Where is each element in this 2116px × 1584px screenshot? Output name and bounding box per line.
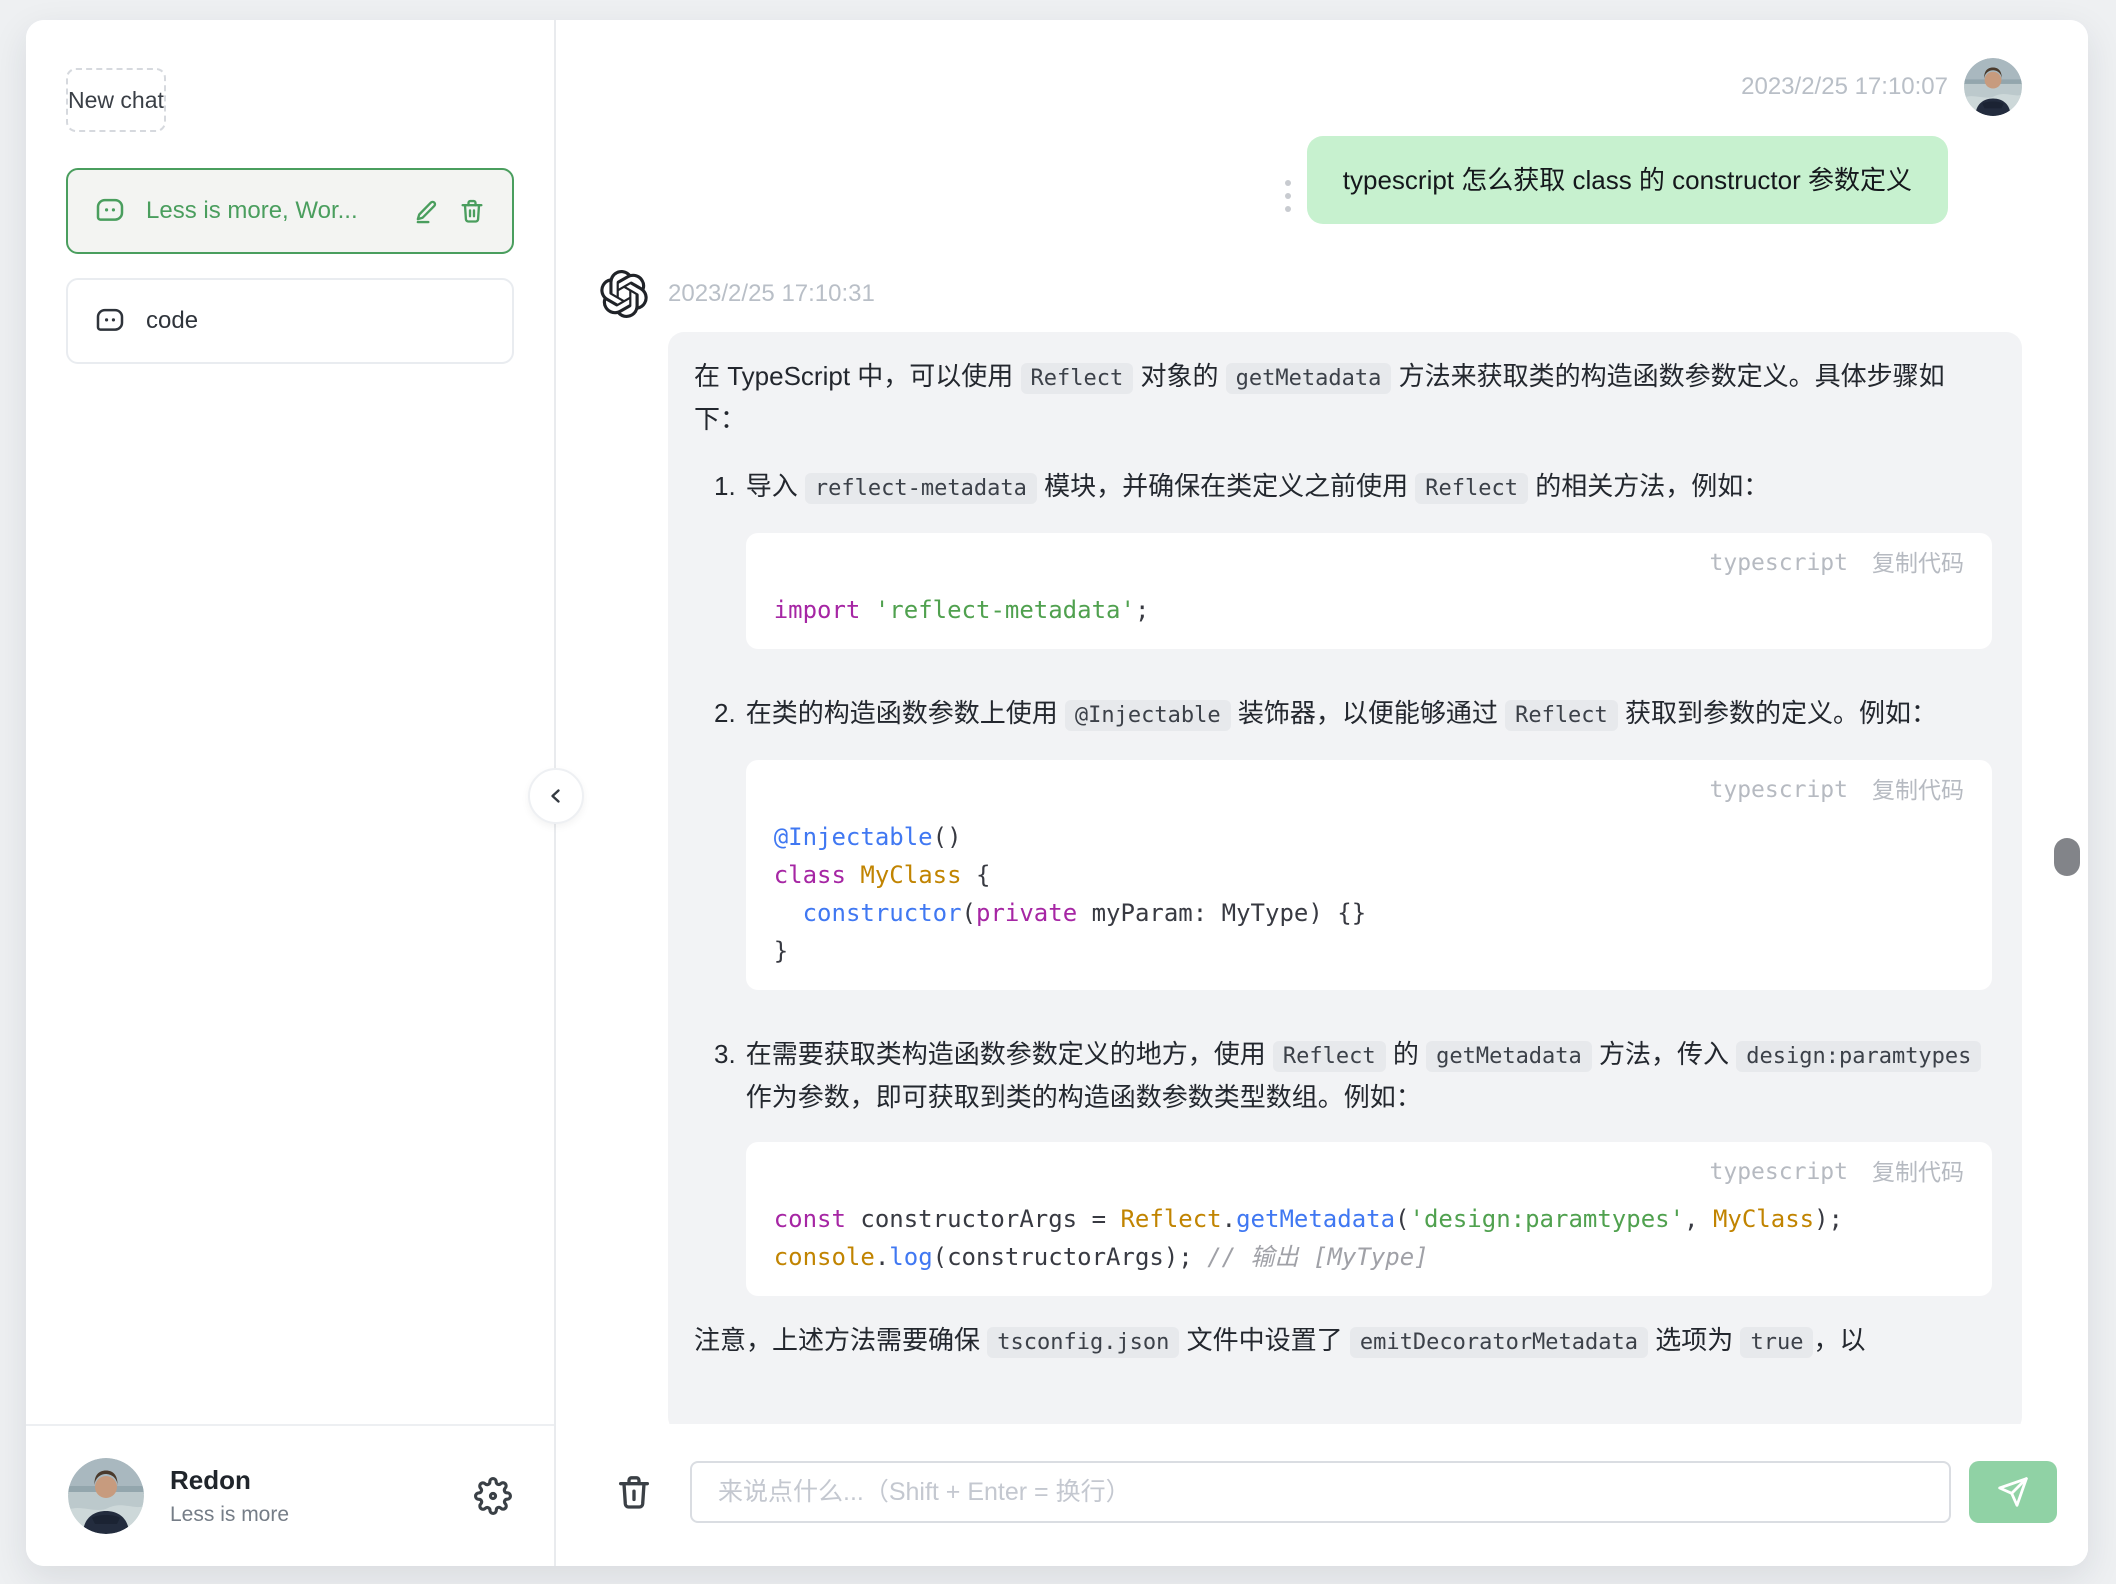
assistant-paragraph: 注意，上述方法需要确保 tsconfig.json 文件中设置了 emitDec… <box>694 1320 1992 1363</box>
app-window: New chat Less is more, Wor... <box>26 20 2088 1566</box>
assistant-message-bubble: 在 TypeScript 中，可以使用 Reflect 对象的 getMetad… <box>668 332 2022 1424</box>
copy-code-button[interactable]: 复制代码 <box>1872 776 1964 804</box>
chat-title: code <box>146 307 486 335</box>
sidebar-item-chat-active[interactable]: Less is more, Wor... <box>66 168 514 254</box>
user-message-meta: 2023/2/25 17:10:07 <box>600 58 2022 116</box>
inline-code: emitDecoratorMetadata <box>1350 1327 1648 1358</box>
chat-bubble-icon <box>94 305 126 337</box>
composer-bar <box>556 1424 2088 1566</box>
user-avatar <box>68 1458 144 1534</box>
sidebar-chat-list: New chat Less is more, Wor... <box>26 20 554 364</box>
code-block: typescript 复制代码 @Injectable()class MyCla… <box>746 760 1992 990</box>
list-item-number: 1. <box>714 466 736 667</box>
copy-code-button[interactable]: 复制代码 <box>1872 1158 1964 1186</box>
list-item-number: 2. <box>714 693 736 1008</box>
assistant-ordered-list: 1. 导入 reflect-metadata 模块，并确保在类定义之前使用 Re… <box>694 466 1992 1314</box>
user-subtitle: Less is more <box>170 1503 289 1527</box>
code-content: @Injectable()class MyClass { constructor… <box>774 818 1964 970</box>
code-language-label: typescript <box>1710 1158 1848 1186</box>
user-message-row: typescript 怎么获取 class 的 constructor 参数定义 <box>600 136 2022 224</box>
inline-code: Reflect <box>1021 363 1134 394</box>
user-meta: Redon Less is more <box>170 1465 289 1527</box>
code-block-header: typescript 复制代码 <box>774 549 1964 577</box>
delete-chat-icon[interactable] <box>458 197 486 225</box>
settings-gear-icon[interactable] <box>474 1477 512 1515</box>
edit-chat-icon[interactable] <box>412 197 440 225</box>
inline-code: reflect-metadata <box>805 473 1037 504</box>
inline-code: getMetadata <box>1426 1041 1592 1072</box>
list-item-body: 导入 reflect-metadata 模块，并确保在类定义之前使用 Refle… <box>746 466 1992 667</box>
code-content: const constructorArgs = Reflect.getMetad… <box>774 1200 1964 1276</box>
inline-code: true <box>1740 1327 1813 1358</box>
list-item-body: 在需要获取类构造函数参数定义的地方，使用 Reflect 的 getMetada… <box>746 1034 1992 1314</box>
list-item-text: 导入 reflect-metadata 模块，并确保在类定义之前使用 Refle… <box>746 466 1992 509</box>
assistant-paragraph: 在 TypeScript 中，可以使用 Reflect 对象的 getMetad… <box>694 356 1992 440</box>
user-name: Redon <box>170 1465 289 1496</box>
user-message-bubble: typescript 怎么获取 class 的 constructor 参数定义 <box>1307 136 1948 224</box>
inline-code: @Injectable <box>1065 700 1231 731</box>
sidebar: New chat Less is more, Wor... <box>26 20 556 1566</box>
new-chat-button[interactable]: New chat <box>66 68 166 132</box>
assistant-message-timestamp: 2023/2/25 17:10:31 <box>668 280 875 308</box>
user-avatar <box>1964 58 2022 116</box>
openai-logo-icon <box>600 270 648 318</box>
sidebar-user-panel: Redon Less is more <box>26 1424 554 1566</box>
code-block-header: typescript 复制代码 <box>774 776 1964 804</box>
chat-title: Less is more, Wor... <box>146 197 392 225</box>
list-item: 1. 导入 reflect-metadata 模块，并确保在类定义之前使用 Re… <box>694 466 1992 667</box>
user-message-timestamp: 2023/2/25 17:10:07 <box>1741 73 1948 101</box>
inline-code: getMetadata <box>1226 363 1392 394</box>
chat-scroll-area[interactable]: 2023/2/25 17:10:07 <box>556 20 2088 1424</box>
inline-code: design:paramtypes <box>1736 1041 1981 1072</box>
inline-code: Reflect <box>1415 473 1528 504</box>
code-block-header: typescript 复制代码 <box>774 1158 1964 1186</box>
send-button[interactable] <box>1969 1461 2057 1523</box>
code-content: import 'reflect-metadata'; <box>774 591 1964 629</box>
sidebar-collapse-button[interactable] <box>528 768 584 824</box>
clear-conversation-trash-icon[interactable] <box>614 1472 654 1512</box>
inline-code: Reflect <box>1273 1041 1386 1072</box>
list-item-text: 在需要获取类构造函数参数定义的地方，使用 Reflect 的 getMetada… <box>746 1034 1992 1118</box>
list-item: 2. 在类的构造函数参数上使用 @Injectable 装饰器，以便能够通过 R… <box>694 693 1992 1008</box>
list-item: 3. 在需要获取类构造函数参数定义的地方，使用 Reflect 的 getMet… <box>694 1034 1992 1314</box>
chat-main: 2023/2/25 17:10:07 <box>556 20 2088 1566</box>
code-language-label: typescript <box>1710 776 1848 804</box>
message-input[interactable] <box>690 1461 1951 1523</box>
paper-plane-icon <box>1997 1476 2029 1508</box>
code-block: typescript 复制代码 const constructorArgs = … <box>746 1142 1992 1296</box>
sidebar-item-chat-code[interactable]: code <box>66 278 514 364</box>
chat-bubble-icon <box>94 195 126 227</box>
code-block: typescript 复制代码 import 'reflect-metadata… <box>746 533 1992 649</box>
chevron-left-icon <box>544 784 568 808</box>
inline-code: Reflect <box>1505 700 1618 731</box>
scrollbar-thumb[interactable] <box>2054 838 2080 876</box>
list-item-text: 在类的构造函数参数上使用 @Injectable 装饰器，以便能够通过 Refl… <box>746 693 1992 736</box>
list-item-number: 3. <box>714 1034 736 1314</box>
assistant-message-meta: 2023/2/25 17:10:31 <box>600 270 2022 318</box>
copy-code-button[interactable]: 复制代码 <box>1872 549 1964 577</box>
message-actions-menu-icon[interactable] <box>1285 180 1291 212</box>
inline-code: tsconfig.json <box>987 1327 1179 1358</box>
code-language-label: typescript <box>1710 549 1848 577</box>
list-item-body: 在类的构造函数参数上使用 @Injectable 装饰器，以便能够通过 Refl… <box>746 693 1992 1008</box>
